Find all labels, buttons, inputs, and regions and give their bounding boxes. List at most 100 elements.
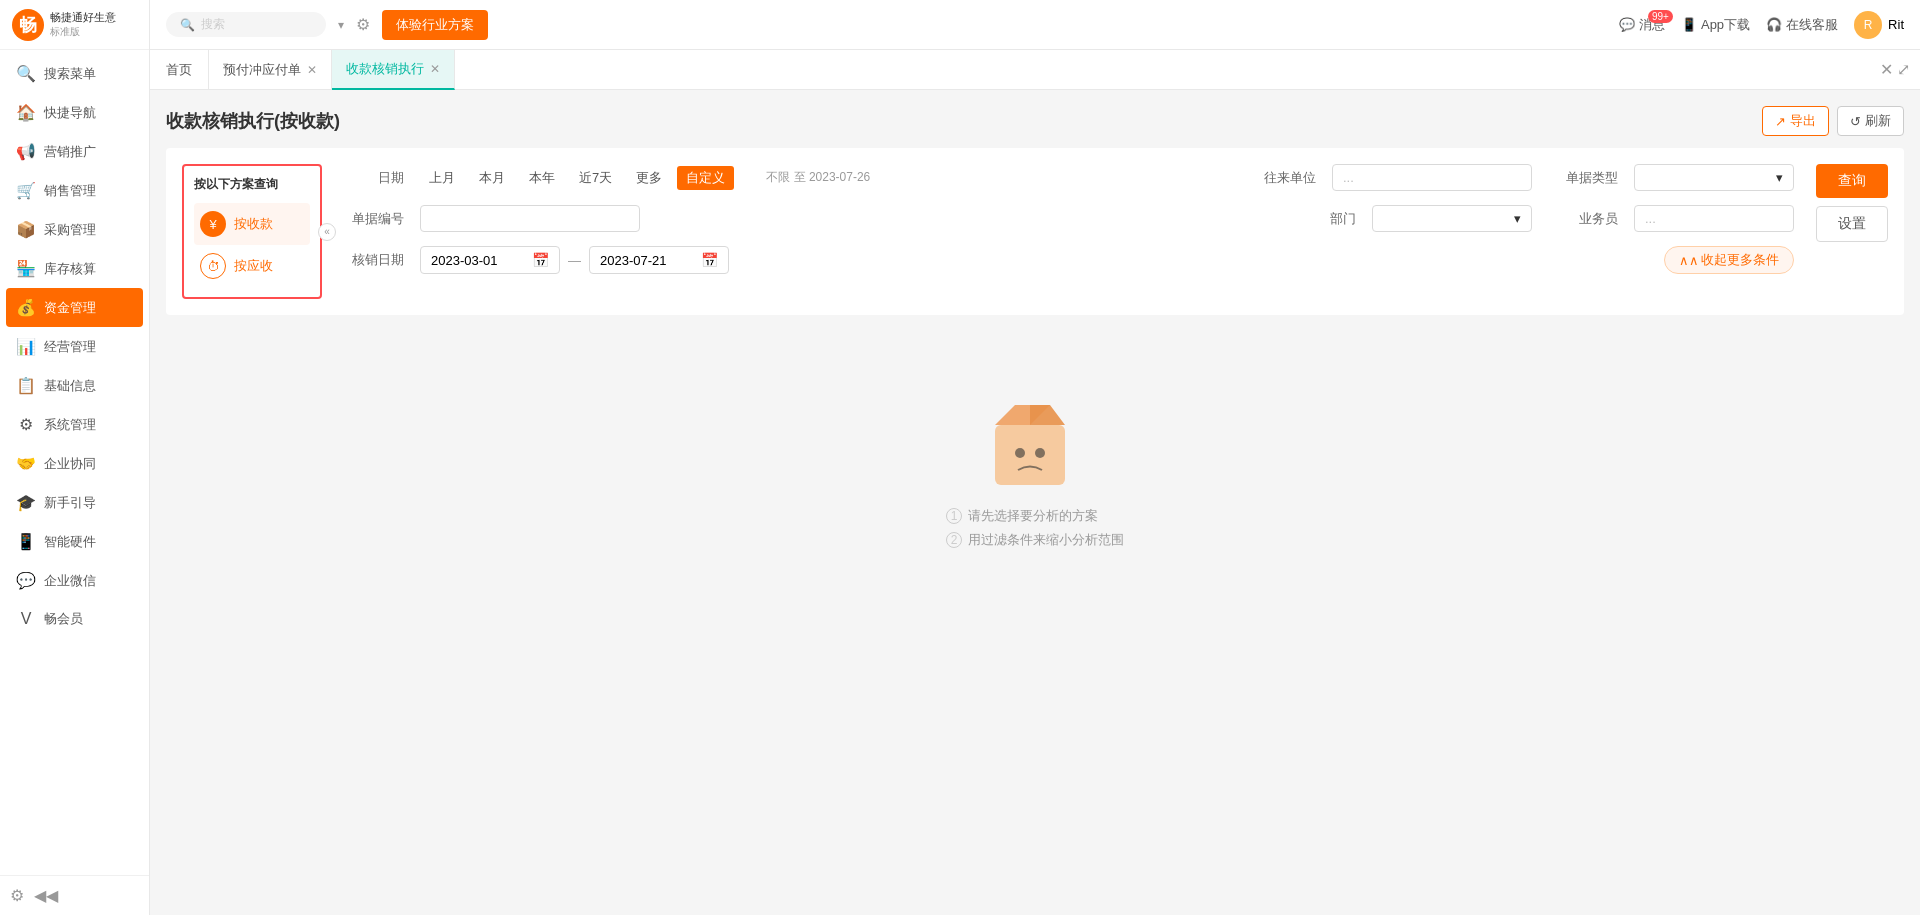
- empty-svg: [975, 395, 1095, 495]
- expand-tabs-icon[interactable]: ⤢: [1897, 60, 1910, 79]
- staff-input[interactable]: ...: [1634, 205, 1794, 232]
- doc-type-select[interactable]: ▾: [1634, 164, 1794, 191]
- refresh-button[interactable]: ↺ 刷新: [1837, 106, 1904, 136]
- industry-btn[interactable]: 体验行业方案: [382, 10, 488, 40]
- topbar-search[interactable]: 🔍 搜索: [166, 12, 326, 37]
- filter-actions: 查询 设置: [1806, 164, 1888, 299]
- settings-button[interactable]: 设置: [1816, 206, 1888, 242]
- date-this-month[interactable]: 本月: [470, 166, 514, 190]
- sidebar-item-hardware[interactable]: 📱智能硬件: [0, 522, 149, 561]
- dropdown-icon[interactable]: ▾: [338, 18, 344, 32]
- vip-icon: V: [16, 610, 36, 628]
- sidebar-item-inventory[interactable]: 🏪库存核算: [0, 249, 149, 288]
- logo-icon: 畅: [12, 9, 44, 41]
- receivable-icon: ⏱: [200, 253, 226, 279]
- query-button[interactable]: 查询: [1816, 164, 1888, 198]
- export-button[interactable]: ↗ 导出: [1762, 106, 1829, 136]
- calendar-start-icon: 📅: [532, 252, 549, 268]
- user-info[interactable]: R Rit: [1854, 11, 1904, 39]
- settings-icon[interactable]: ⚙: [10, 886, 24, 905]
- staff-label: 业务员: [1548, 210, 1618, 228]
- calendar-end-icon: 📅: [701, 252, 718, 268]
- system-icon: ⚙: [16, 415, 36, 434]
- sidebar-item-enterprise[interactable]: 🤝企业协同: [0, 444, 149, 483]
- filter-sidebar-collapse-btn[interactable]: «: [318, 223, 336, 241]
- date-range: 2023-03-01 📅 — 2023-07-21 📅: [420, 246, 729, 274]
- sidebar-item-vip[interactable]: V畅会员: [0, 600, 149, 638]
- online-service-btn[interactable]: 🎧 在线客服: [1766, 16, 1838, 34]
- tab-receipt-offset[interactable]: 收款核销执行 ✕: [332, 50, 455, 90]
- sidebar-bottom: ⚙ ◀◀: [0, 875, 149, 915]
- avatar: R: [1854, 11, 1882, 39]
- logo-name: 畅捷通好生意: [50, 10, 116, 24]
- sidebar-label-quick-nav: 快捷导航: [44, 104, 96, 122]
- marketing-icon: 📢: [16, 142, 36, 161]
- vendor-input[interactable]: ...: [1332, 164, 1532, 191]
- purchase-icon: 📦: [16, 220, 36, 239]
- more-options-row: ∧∧ 收起更多条件: [1664, 246, 1794, 274]
- date-last-month[interactable]: 上月: [420, 166, 464, 190]
- sidebar-item-purchase[interactable]: 📦采购管理: [0, 210, 149, 249]
- sidebar-item-operations[interactable]: 📊 经营管理: [0, 327, 149, 366]
- operations-icon: 📊: [16, 337, 36, 356]
- close-tab-icon[interactable]: ✕: [1880, 60, 1893, 79]
- sidebar-item-quick-nav[interactable]: 🏠 快捷导航: [0, 93, 149, 132]
- finance-icon: 💰: [16, 298, 36, 317]
- sidebar-item-finance[interactable]: 💰资金管理: [6, 288, 143, 327]
- empty-illustration: [975, 395, 1095, 495]
- app-download-btn[interactable]: 📱 App下载: [1681, 16, 1750, 34]
- sidebar-item-basic-info[interactable]: 📋基础信息: [0, 366, 149, 405]
- main-content: 🔍 搜索 ▾ ⚙ 体验行业方案 💬 消息 99+ 📱 App下载 🎧 在线客服 …: [150, 0, 1920, 915]
- sidebar-item-sales[interactable]: 🛒销售管理: [0, 171, 149, 210]
- filter-row-1: 日期 上月 本月 本年 近7天 更多 自定义 不限 至 2023-07-26 往…: [334, 164, 1794, 191]
- tab-prepay[interactable]: 预付冲应付单 ✕: [209, 50, 332, 90]
- sidebar-label-operations: 经营管理: [44, 338, 96, 356]
- sidebar-item-system[interactable]: ⚙系统管理: [0, 405, 149, 444]
- tabbar-actions: ✕ ⤢: [1870, 60, 1920, 79]
- vendor-label: 往来单位: [1246, 169, 1316, 187]
- service-icon: 🎧: [1766, 17, 1782, 32]
- filter-area: 按以下方案查询 ¥ 按收款 ⏱ 按应收 « 日期 上月 本月: [166, 148, 1904, 315]
- tab-home[interactable]: 首页: [150, 50, 209, 90]
- search-placeholder: 搜索: [201, 16, 225, 33]
- weixin-icon: 💬: [16, 571, 36, 590]
- app-icon: 📱: [1681, 17, 1697, 32]
- filter-by-receivable[interactable]: ⏱ 按应收: [194, 245, 310, 287]
- writeoff-end-date[interactable]: 2023-07-21 📅: [589, 246, 729, 274]
- filter-main: 日期 上月 本月 本年 近7天 更多 自定义 不限 至 2023-07-26 往…: [334, 164, 1794, 299]
- writeoff-date-label: 核销日期: [334, 251, 404, 269]
- svg-point-1: [1015, 448, 1025, 458]
- date-custom[interactable]: 自定义: [677, 166, 734, 190]
- sidebar-item-search[interactable]: 🔍搜索菜单: [0, 54, 149, 93]
- username: Rit: [1888, 17, 1904, 32]
- tab-close-prepay[interactable]: ✕: [307, 63, 317, 77]
- collapse-more-button[interactable]: ∧∧ 收起更多条件: [1664, 246, 1794, 274]
- doc-num-input[interactable]: [420, 205, 640, 232]
- receipt-icon: ¥: [200, 211, 226, 237]
- dept-label: 部门: [1286, 210, 1356, 228]
- filter-sidebar-title: 按以下方案查询: [194, 176, 310, 193]
- doc-num-label: 单据编号: [334, 210, 404, 228]
- collapse-sidebar-icon[interactable]: ◀◀: [34, 886, 58, 905]
- message-btn[interactable]: 💬 消息 99+: [1619, 16, 1665, 34]
- sidebar-item-weixin[interactable]: 💬 企业微信: [0, 561, 149, 600]
- dept-select[interactable]: ▾: [1372, 205, 1532, 232]
- sidebar-item-guide[interactable]: 🎓新手引导: [0, 483, 149, 522]
- date-more[interactable]: 更多: [627, 166, 671, 190]
- svg-rect-0: [995, 425, 1065, 485]
- sidebar-label-hardware: 智能硬件: [44, 533, 96, 551]
- gear-icon[interactable]: ⚙: [356, 15, 370, 34]
- filter-sidebar: 按以下方案查询 ¥ 按收款 ⏱ 按应收 «: [182, 164, 322, 299]
- filter-by-receipt[interactable]: ¥ 按收款: [194, 203, 310, 245]
- sidebar-item-marketing[interactable]: 📢营销推广: [0, 132, 149, 171]
- date-options: 上月 本月 本年 近7天 更多 自定义: [420, 166, 734, 190]
- sidebar-label-weixin: 企业微信: [44, 572, 96, 590]
- page-content: 收款核销执行(按收款) ↗ 导出 ↺ 刷新 按以下方案查询 ¥ 按收款: [150, 90, 1920, 915]
- sidebar-label-basic-info: 基础信息: [44, 377, 96, 395]
- date-this-year[interactable]: 本年: [520, 166, 564, 190]
- writeoff-start-date[interactable]: 2023-03-01 📅: [420, 246, 560, 274]
- date-7days[interactable]: 近7天: [570, 166, 621, 190]
- quick-nav-icon: 🏠: [16, 103, 36, 122]
- tab-close-receipt[interactable]: ✕: [430, 62, 440, 76]
- export-icon: ↗: [1775, 114, 1786, 129]
